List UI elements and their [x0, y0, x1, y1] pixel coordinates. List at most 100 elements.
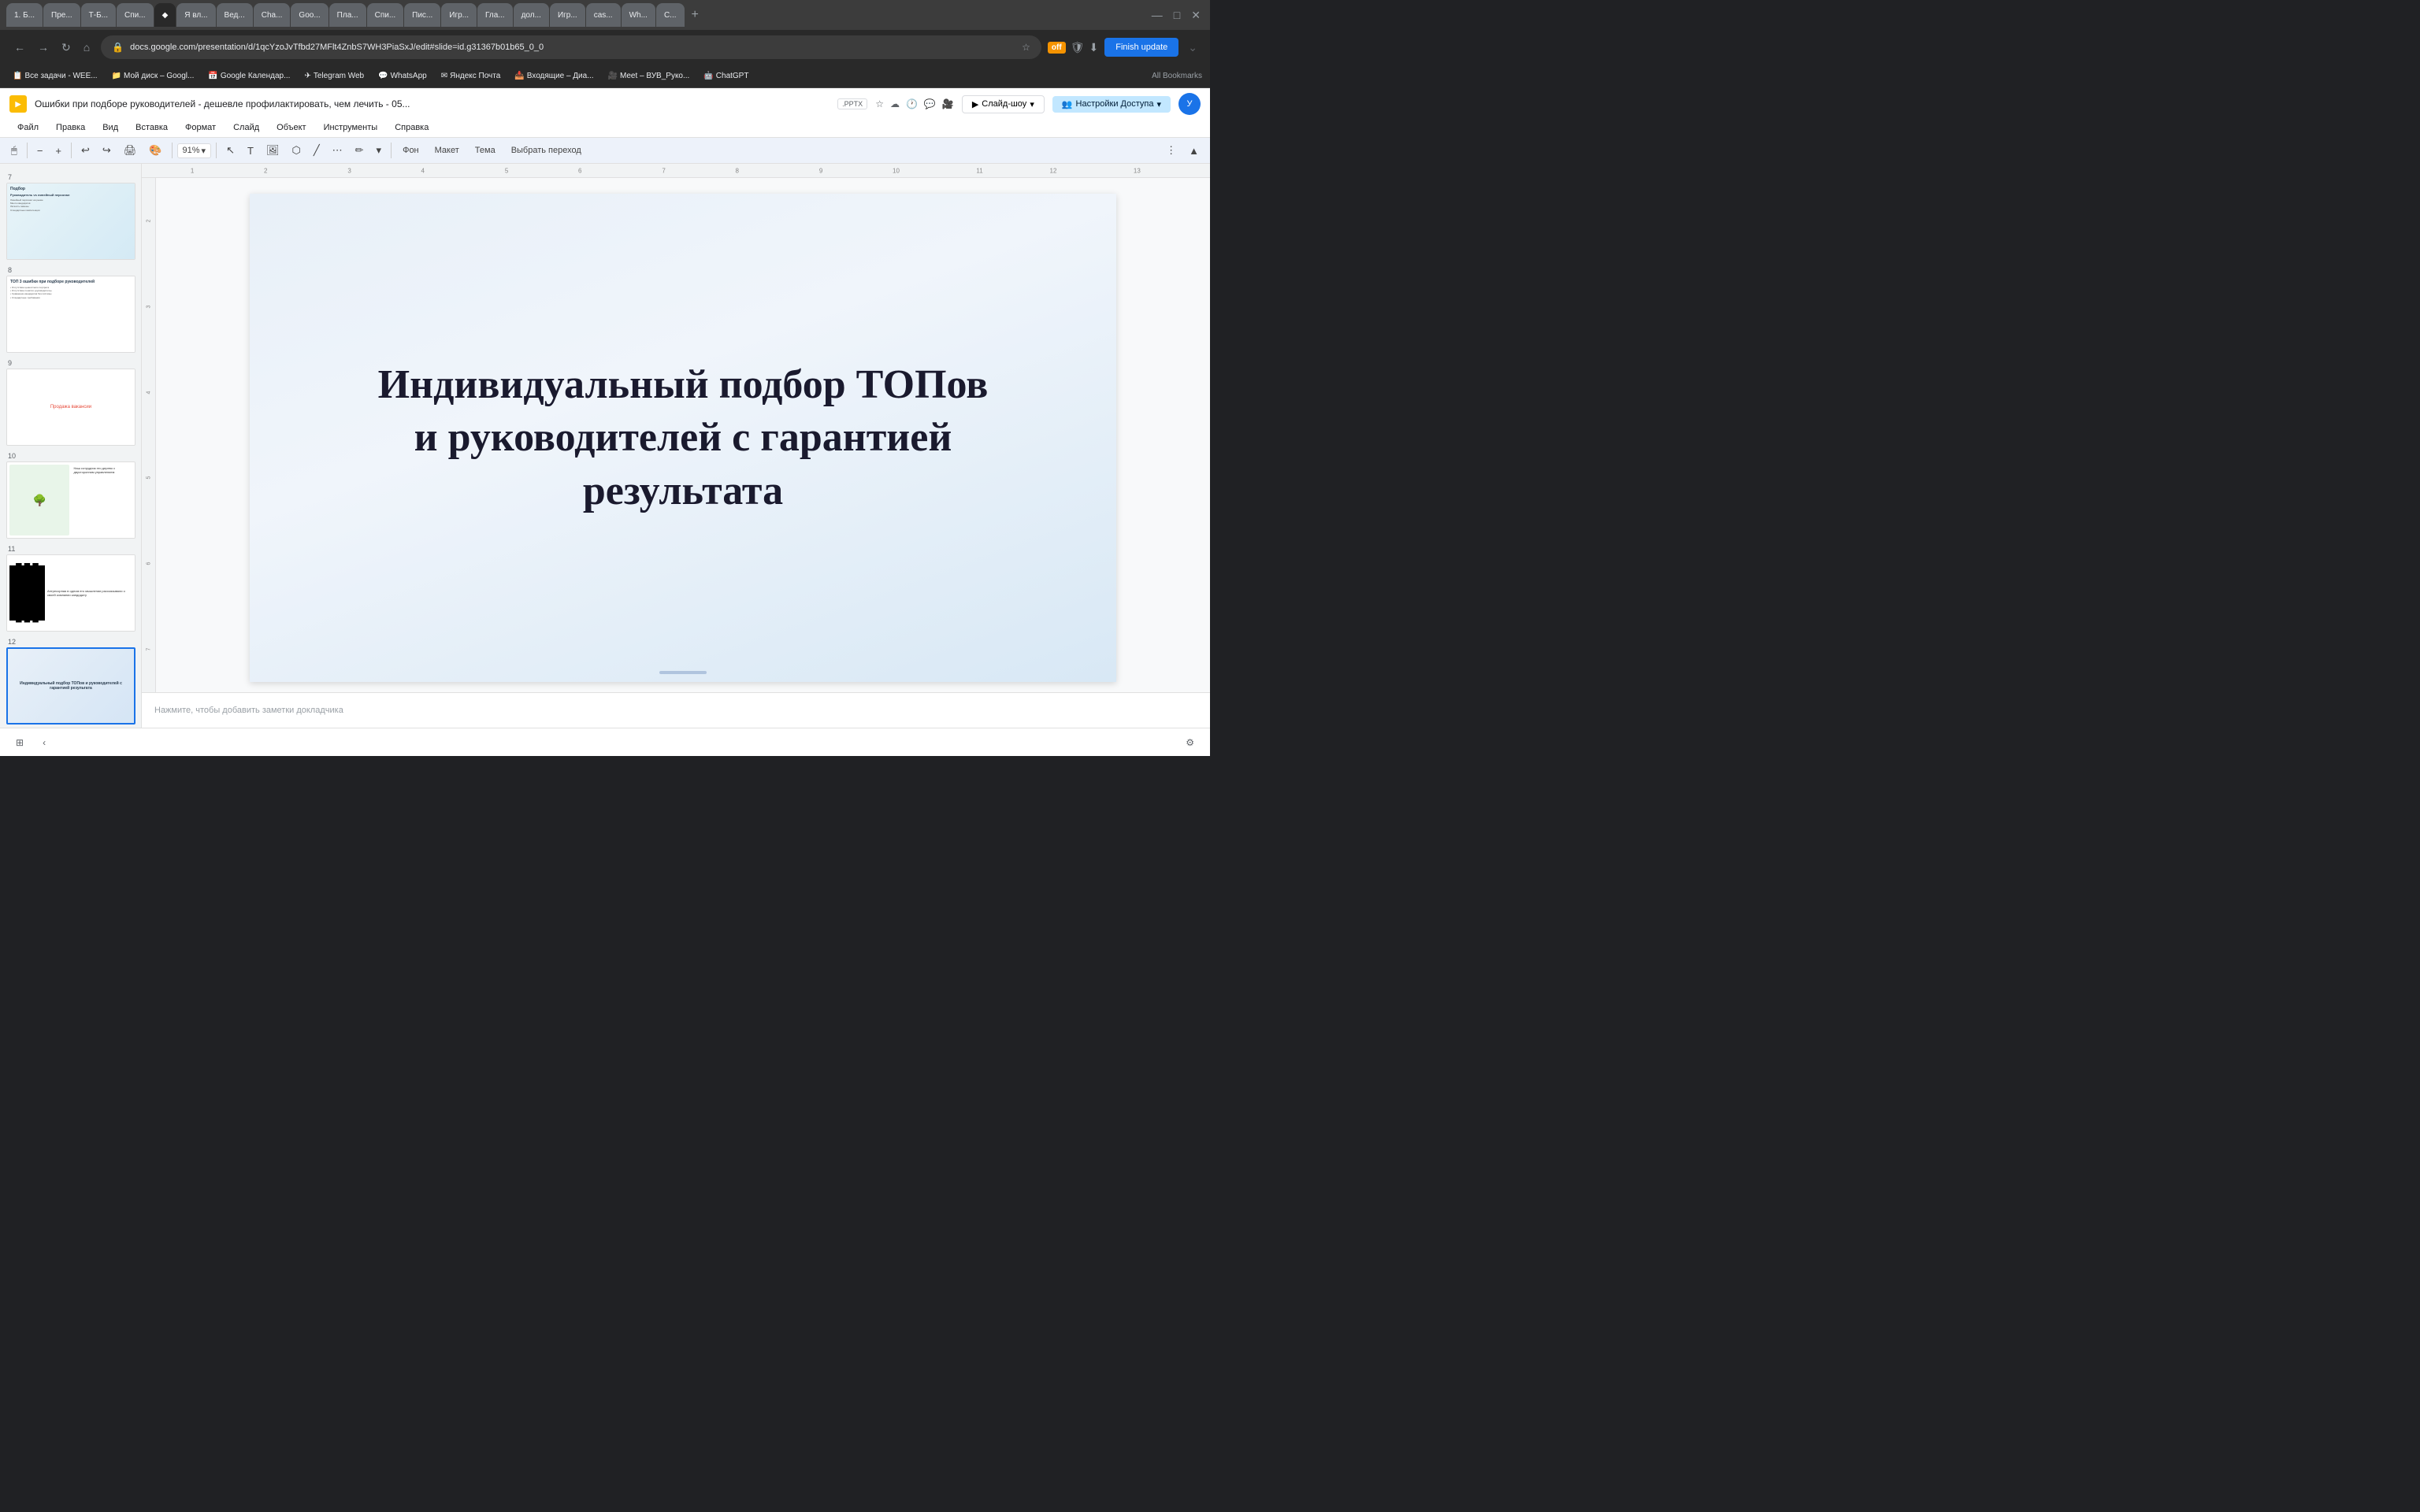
user-avatar[interactable]: У [1178, 93, 1201, 115]
extension-icon[interactable]: 🛡 [1071, 41, 1085, 54]
background-button[interactable]: Фон [396, 143, 425, 158]
chevron-down-icon[interactable]: ⌄ [1185, 38, 1201, 57]
menu-tools[interactable]: Инструменты [316, 120, 386, 135]
bookmark-whatsapp[interactable]: 💬 WhatsApp [373, 70, 432, 82]
slide8-content: • Отсутствие ценностного портрета • Отсу… [10, 286, 132, 299]
tab-13[interactable]: Игр... [441, 3, 477, 27]
meet-icon: 🎥 [608, 72, 618, 80]
menu-view[interactable]: Вид [95, 120, 126, 135]
comment-icon[interactable]: 💬 [924, 98, 936, 109]
more-tools-button[interactable]: ⋯ [328, 141, 347, 160]
tab-17[interactable]: cas... [586, 3, 621, 27]
undo-button[interactable]: ↩ [76, 141, 95, 160]
tab-2[interactable]: Пре... [43, 3, 80, 27]
bookmark-meet[interactable]: 🎥 Meet – ВУВ_Руко... [603, 70, 695, 82]
tab-11[interactable]: Спи... [367, 3, 404, 27]
slide-number-7: 7 [6, 173, 135, 181]
ruler-mark-7: 7 [662, 167, 665, 174]
finish-update-button[interactable]: Finish update [1104, 38, 1178, 57]
inbox-icon: 📥 [514, 72, 524, 80]
bookmark-star-icon[interactable]: ☆ [1022, 42, 1030, 53]
zoom-out-button[interactable]: − [32, 142, 48, 160]
canvas-wrapper[interactable]: Индивидуальный подбор ТОПови руководител… [156, 178, 1210, 692]
theme-button[interactable]: Тема [469, 143, 502, 158]
menu-slide[interactable]: Слайд [225, 120, 267, 135]
tab-16[interactable]: Игр... [550, 3, 585, 27]
slide-thumb-8[interactable]: 8 ТОП 3 ошибки при подборе руководителей… [0, 263, 141, 356]
slide-thumb-12[interactable]: 12 Индивидуальный подбор ТОПов и руковод… [0, 635, 141, 728]
back-button[interactable]: ← [9, 38, 30, 57]
cursor-tool-button[interactable]: 🖱 [6, 141, 22, 160]
star-icon[interactable]: ☆ [875, 98, 884, 109]
menu-edit[interactable]: Правка [48, 120, 93, 135]
tab-14[interactable]: Гла... [477, 3, 513, 27]
toolbar-collapse-button[interactable]: ▲ [1184, 142, 1204, 160]
transition-button[interactable]: Выбрать переход [505, 143, 588, 158]
paint-format-button[interactable]: 🎨 [144, 141, 166, 160]
text-tool-button[interactable]: T [243, 142, 258, 160]
access-button[interactable]: 👥 Настройки Доступа ▾ [1052, 96, 1171, 113]
camera-icon[interactable]: 🎥 [942, 98, 954, 109]
image-tool-button[interactable]: 🖼 [262, 141, 284, 160]
layout-button[interactable]: Макет [429, 143, 466, 158]
collapse-panel-button[interactable]: ‹ [36, 734, 52, 751]
tab-9[interactable]: Goo... [291, 3, 328, 27]
all-bookmarks-label[interactable]: All Bookmarks [1152, 72, 1202, 80]
slide-thumb-11[interactable]: 11 ▪▪▪▪▪▪▪▪▪ Антресорная в одном его мыш… [0, 542, 141, 635]
slide-thumb-7[interactable]: 7 Подбор Руководитель vs линейный персон… [0, 170, 141, 263]
bookmark-my-drive[interactable]: 📁 Мой диск – Googl... [107, 70, 199, 82]
new-tab-button[interactable]: + [685, 5, 705, 25]
minimize-icon[interactable]: — [1149, 6, 1166, 24]
tab-10[interactable]: Пла... [329, 3, 366, 27]
redo-button[interactable]: ↪ [98, 141, 116, 160]
settings-icon-bottom[interactable]: ⚙ [1179, 734, 1201, 751]
bookmark-all-tasks[interactable]: 📋 Все задачи - WEE... [8, 70, 102, 82]
maximize-icon[interactable]: □ [1171, 6, 1183, 24]
tab-3[interactable]: Т-Б... [81, 3, 116, 27]
tab-19[interactable]: С... [656, 3, 685, 27]
tab-8[interactable]: Cha... [254, 3, 291, 27]
bookmark-calendar[interactable]: 📅 Google Календар... [203, 70, 295, 82]
slide-thumb-9[interactable]: 9 Продажа вакансии [0, 356, 141, 449]
pen-dropdown-button[interactable]: ▾ [372, 141, 387, 160]
tab-1[interactable]: 1. Б... [6, 3, 43, 27]
tab-5-active[interactable]: ◆ [154, 3, 176, 27]
slideshow-button[interactable]: ▶ Слайд-шоу ▾ [962, 95, 1045, 113]
zoom-display[interactable]: 91% ▾ [177, 143, 212, 158]
toolbar-more-button[interactable]: ⋮ [1161, 141, 1181, 160]
cloud-save-icon[interactable]: ☁ [890, 98, 900, 109]
pen-tool-button[interactable]: ✏ [351, 141, 369, 160]
refresh-button[interactable]: ↻ [57, 38, 76, 57]
bookmark-chatgpt[interactable]: 🤖 ChatGPT [699, 70, 753, 82]
shape-tool-button[interactable]: ⬡ [287, 141, 305, 160]
line-tool-button[interactable]: ╱ [309, 141, 325, 160]
tab-6[interactable]: Я вл... [176, 3, 215, 27]
grid-view-button[interactable]: ⊞ [9, 734, 30, 751]
menu-help[interactable]: Справка [387, 120, 436, 135]
slide-thumb-10[interactable]: 10 🌳 Наш сотрудник это дерево с двусторо… [0, 449, 141, 542]
tab-12[interactable]: Пис... [404, 3, 440, 27]
tab-18[interactable]: Wh... [622, 3, 655, 27]
home-button[interactable]: ⌂ [79, 38, 95, 57]
tab-4[interactable]: Спи... [117, 3, 154, 27]
forward-button[interactable]: → [33, 38, 54, 57]
print-button[interactable]: 🖨 [119, 141, 142, 160]
menu-insert[interactable]: Вставка [128, 120, 176, 135]
select-tool-button[interactable]: ↖ [221, 141, 239, 160]
zoom-in-button[interactable]: + [50, 142, 66, 160]
close-icon[interactable]: ✕ [1188, 6, 1204, 25]
bookmark-telegram[interactable]: ✈ Telegram Web [299, 70, 369, 82]
address-bar[interactable]: 🔒 docs.google.com/presentation/d/1qcYzoJ… [101, 35, 1041, 59]
slide-canvas[interactable]: Индивидуальный подбор ТОПови руководител… [250, 194, 1116, 682]
download-icon[interactable]: ⬇ [1089, 41, 1098, 54]
bookmark-yandex-mail[interactable]: ✉ Яндекс Почта [436, 70, 506, 82]
notes-area[interactable]: Нажмите, чтобы добавить заметки докладчи… [142, 692, 1210, 728]
menu-file[interactable]: Файл [9, 120, 46, 135]
tab-7[interactable]: Вед... [217, 3, 253, 27]
slide-content-text[interactable]: Индивидуальный подбор ТОПови руководител… [378, 358, 989, 518]
tab-15[interactable]: дол... [514, 3, 549, 27]
menu-object[interactable]: Объект [269, 120, 314, 135]
history-icon[interactable]: 🕐 [906, 98, 918, 109]
bookmark-inbox[interactable]: 📥 Входящие – Диа... [510, 70, 598, 82]
menu-format[interactable]: Формат [177, 120, 224, 135]
